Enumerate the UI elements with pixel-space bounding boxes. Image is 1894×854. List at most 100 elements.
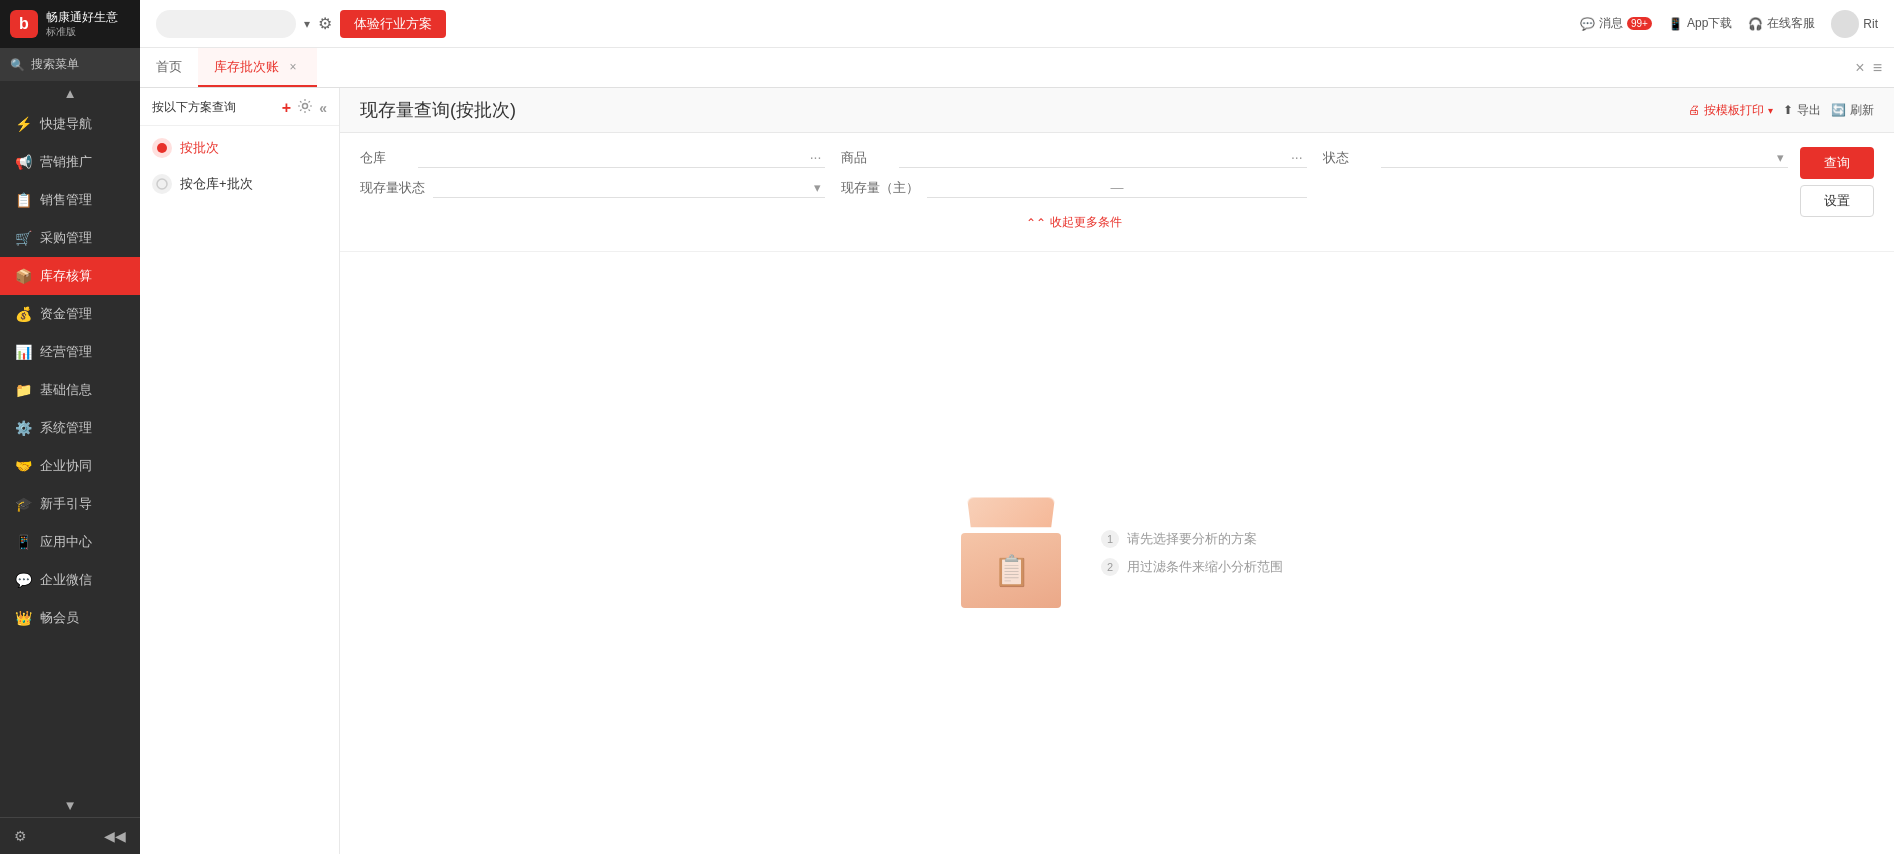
nav-label: 企业微信 <box>40 571 92 589</box>
sidebar-item-newbie[interactable]: 🎓 新手引导 <box>0 485 140 523</box>
product-input-wrap[interactable]: ··· <box>899 147 1306 168</box>
solution-item-warehouse-batch[interactable]: 按仓库+批次 <box>140 166 339 202</box>
collapse-more-btn[interactable]: ⌃⌃ 收起更多条件 <box>360 208 1788 237</box>
refresh-btn[interactable]: 🔄 刷新 <box>1831 102 1874 119</box>
inventory-status-select[interactable]: ▾ <box>433 178 825 198</box>
inventory-qty-to[interactable] <box>1130 180 1303 195</box>
nav-label: 资金管理 <box>40 305 92 323</box>
inventory-qty-range[interactable]: — <box>927 178 1306 198</box>
add-solution-btn[interactable]: + <box>282 99 291 117</box>
scroll-down-btn[interactable]: ▼ <box>0 793 140 817</box>
warehouse-input-wrap[interactable]: ··· <box>418 147 825 168</box>
empty-tip-1: 1 请先选择要分析的方案 <box>1101 530 1283 548</box>
sidebar-search[interactable]: 🔍 搜索菜单 <box>0 48 140 81</box>
nav-label: 采购管理 <box>40 229 92 247</box>
product-field: 商品 ··· <box>841 147 1306 168</box>
filter-actions-col: 查询 设置 <box>1788 147 1874 217</box>
nav-icon-app-center: 📱 <box>14 533 32 551</box>
tab-home[interactable]: 首页 <box>140 48 198 87</box>
status-field: 状态 ▾ <box>1323 148 1788 168</box>
warehouse-dots[interactable]: ··· <box>810 149 822 165</box>
warehouse-input[interactable] <box>422 150 810 165</box>
search-label: 搜索菜单 <box>31 56 79 73</box>
app-logo: b <box>10 10 38 38</box>
tab-close-btn[interactable]: × <box>285 59 301 75</box>
status-chevron-icon: ▾ <box>1777 150 1784 165</box>
page-header: 现存量查询(按批次) 🖨 按模板打印 ▾ ⬆ 导出 🔄 刷新 <box>340 88 1894 133</box>
svg-point-2 <box>157 179 167 189</box>
print-btn[interactable]: 🖨 按模板打印 ▾ <box>1688 102 1773 119</box>
scroll-up-btn[interactable]: ▲ <box>0 81 140 105</box>
app-download-action[interactable]: 📱 App下载 <box>1668 15 1732 32</box>
company-name: 畅康通好生意 <box>46 10 118 26</box>
status-label: 状态 <box>1323 149 1373 167</box>
message-icon: 💬 <box>1580 17 1595 31</box>
collapse-up-icon: ⌃⌃ <box>1026 216 1046 230</box>
user-profile[interactable]: Rit <box>1831 10 1878 38</box>
header-search-input[interactable] <box>170 17 250 31</box>
filter-area: 仓库 ··· 商品 ··· <box>340 133 1894 252</box>
tab-home-label: 首页 <box>156 58 182 76</box>
refresh-icon: 🔄 <box>1831 103 1846 117</box>
tab-close-all-btn[interactable]: × <box>1855 59 1864 77</box>
header-left: ▾ ⚙ 体验行业方案 <box>156 10 1570 38</box>
box-icon: 📋 <box>993 553 1030 588</box>
inventory-qty-label: 现存量（主） <box>841 179 919 197</box>
sidebar-item-wechat[interactable]: 💬 企业微信 <box>0 561 140 599</box>
header-dropdown-btn[interactable]: ▾ <box>304 17 310 31</box>
nav-label: 营销推广 <box>40 153 92 171</box>
print-label: 按模板打印 <box>1704 102 1764 119</box>
product-label: 商品 <box>841 149 891 167</box>
sidebar-item-basic[interactable]: 📁 基础信息 <box>0 371 140 409</box>
sidebar-item-purchase[interactable]: 🛒 采购管理 <box>0 219 140 257</box>
sidebar-item-member[interactable]: 👑 畅会员 <box>0 599 140 637</box>
sidebar-item-inventory[interactable]: 📦 库存核算 <box>0 257 140 295</box>
query-btn[interactable]: 查询 <box>1800 147 1874 179</box>
sidebar-item-finance[interactable]: 💰 资金管理 <box>0 295 140 333</box>
collapse-panel-btn[interactable]: « <box>319 100 327 116</box>
message-action[interactable]: 💬 消息 99+ <box>1580 15 1652 32</box>
tab-inventory-batch[interactable]: 库存批次账 × <box>198 48 317 87</box>
filter-row-1: 仓库 ··· 商品 ··· <box>360 147 1788 168</box>
tab-more-btn[interactable]: ≡ <box>1873 59 1882 77</box>
company-info: 畅康通好生意 标准版 <box>46 10 118 39</box>
sidebar-item-operations[interactable]: 📊 经营管理 <box>0 333 140 371</box>
nav-label: 企业协同 <box>40 457 92 475</box>
online-service-action[interactable]: 🎧 在线客服 <box>1748 15 1815 32</box>
filter-settings-btn[interactable]: 设置 <box>1800 185 1874 217</box>
empty-tips: 1 请先选择要分析的方案 2 用过滤条件来缩小分析范围 <box>1101 530 1283 576</box>
status-select[interactable]: ▾ <box>1381 148 1788 168</box>
sidebar-item-enterprise[interactable]: 🤝 企业协同 <box>0 447 140 485</box>
sidebar-item-quick-nav[interactable]: ⚡ 快捷导航 <box>0 105 140 143</box>
sidebar-item-sales[interactable]: 📋 销售管理 <box>0 181 140 219</box>
left-panel: 按以下方案查询 + « 按批次 <box>140 88 340 854</box>
header-gear-btn[interactable]: ⚙ <box>318 14 332 33</box>
nav-icon-operations: 📊 <box>14 343 32 361</box>
search-icon: 🔍 <box>10 58 25 72</box>
inventory-status-field: 现存量状态 ▾ <box>360 178 825 198</box>
collapse-label: 收起更多条件 <box>1050 214 1122 231</box>
product-dots[interactable]: ··· <box>1291 149 1303 165</box>
svg-point-1 <box>157 143 167 153</box>
sidebar-item-app-center[interactable]: 📱 应用中心 <box>0 523 140 561</box>
message-label: 消息 <box>1599 15 1623 32</box>
product-input[interactable] <box>903 150 1291 165</box>
sidebar-item-marketing[interactable]: 📢 营销推广 <box>0 143 140 181</box>
nav-label: 新手引导 <box>40 495 92 513</box>
header-search-bar[interactable] <box>156 10 296 38</box>
collapse-sidebar-icon[interactable]: ◀◀ <box>104 828 126 844</box>
print-dropdown-icon: ▾ <box>1768 105 1773 116</box>
filter-row-2: 现存量状态 ▾ 现存量（主） — <box>360 178 1788 198</box>
sidebar-item-system[interactable]: ⚙️ 系统管理 <box>0 409 140 447</box>
tip-num-2: 2 <box>1101 558 1119 576</box>
solution-item-batch[interactable]: 按批次 <box>140 130 339 166</box>
solution-settings-btn[interactable] <box>297 98 313 117</box>
inventory-qty-from[interactable] <box>931 180 1104 195</box>
empty-tip-2: 2 用过滤条件来缩小分析范围 <box>1101 558 1283 576</box>
online-service-label: 在线客服 <box>1767 15 1815 32</box>
settings-footer-icon[interactable]: ⚙ <box>14 828 27 844</box>
print-icon: 🖨 <box>1688 103 1700 117</box>
export-btn[interactable]: ⬆ 导出 <box>1783 102 1821 119</box>
industry-btn[interactable]: 体验行业方案 <box>340 10 446 38</box>
nav-icon-newbie: 🎓 <box>14 495 32 513</box>
